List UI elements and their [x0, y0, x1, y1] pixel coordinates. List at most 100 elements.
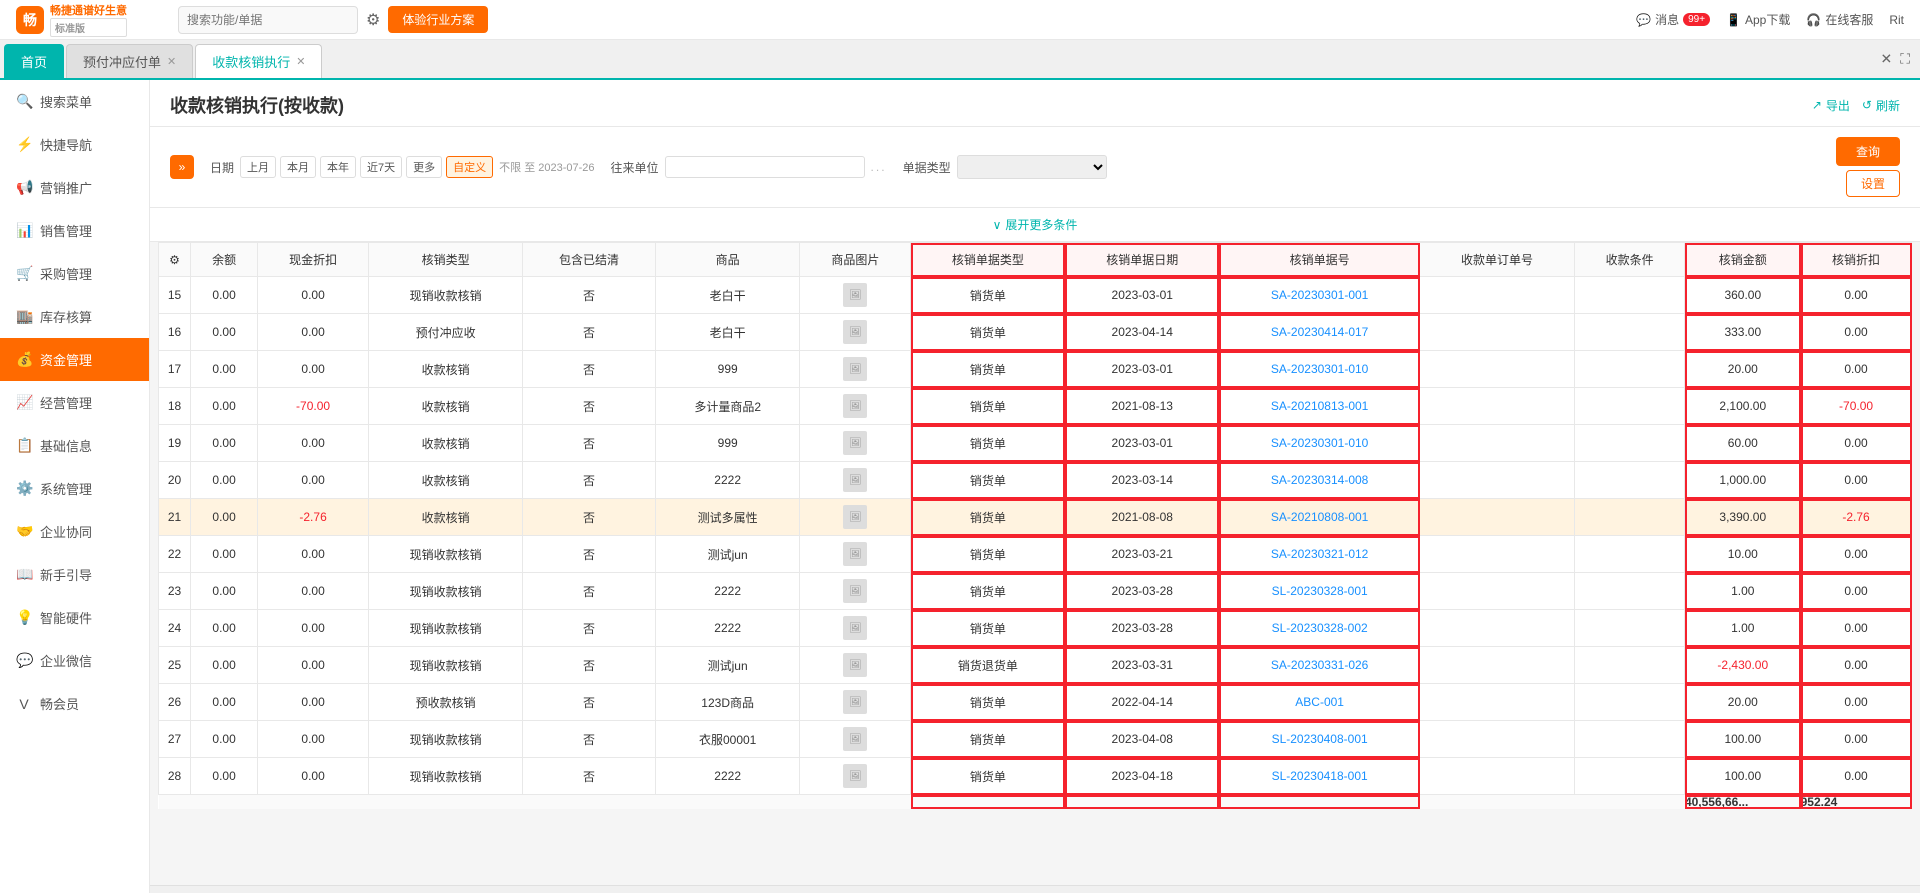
- filter-date-this-month[interactable]: 本月: [280, 156, 316, 178]
- cell-receipt-condition: [1574, 277, 1685, 314]
- refresh-btn[interactable]: ↺ 刷新: [1862, 97, 1900, 114]
- cell-goods: 2222: [655, 758, 800, 795]
- cell-verify-bill-no[interactable]: SL-20230328-002: [1219, 610, 1419, 647]
- tab-receipt-verify-close[interactable]: ✕: [296, 55, 305, 68]
- cell-verify-bill-no[interactable]: ABC-001: [1219, 684, 1419, 721]
- filter-dots: ...: [871, 160, 887, 174]
- data-table: ⚙ 余额 现金折扣 核销类型 包含已结清 商品 商品图片 核销单据类型 核销单据…: [158, 242, 1912, 809]
- settings-icon[interactable]: ⚙: [366, 10, 380, 30]
- sidebar-item-shortcuts[interactable]: ⚡ 快捷导航: [0, 123, 149, 166]
- message-btn[interactable]: 💬 消息 99+: [1636, 11, 1710, 28]
- search-bar-top[interactable]: [178, 6, 358, 34]
- online-service-btn[interactable]: 🎧 在线客服: [1806, 11, 1873, 28]
- filter-date-more[interactable]: 更多: [406, 156, 442, 178]
- cell-receipt-condition: [1574, 425, 1685, 462]
- cell-verify-bill-no[interactable]: SA-20210813-001: [1219, 388, 1419, 425]
- cell-goods-img: 🖼: [800, 647, 911, 684]
- tab-maximize-icon[interactable]: ⛶: [1900, 51, 1910, 68]
- filter-date-item: 日期 上月 本月 本年 近7天 更多 自定义 不限 至 2023-07-26: [210, 156, 595, 178]
- sidebar-item-basic[interactable]: 📋 基础信息: [0, 424, 149, 467]
- message-badge: 99+: [1683, 13, 1710, 26]
- filter-date-custom[interactable]: 自定义: [446, 156, 493, 178]
- query-btn[interactable]: 查询: [1836, 137, 1900, 166]
- col-gear[interactable]: ⚙: [159, 243, 191, 277]
- cell-verify-type: 收款核销: [368, 425, 522, 462]
- filter-order-type-label: 单据类型: [903, 159, 951, 176]
- table-row: 28 0.00 0.00 现销收款核销 否 2222 🖼 销货单 2023-04…: [159, 758, 1912, 795]
- tab-receipt-verify[interactable]: 收款核销执行 ✕: [195, 44, 322, 78]
- content: 收款核销执行(按收款) ↗ 导出 ↺ 刷新 » 日期 上月 本月 本: [150, 80, 1920, 893]
- sidebar-item-marketing[interactable]: 📢 营销推广: [0, 166, 149, 209]
- cell-verify-bill-no[interactable]: SA-20210808-001: [1219, 499, 1419, 536]
- filter-date-this-year[interactable]: 本年: [320, 156, 356, 178]
- trend-icon: 📈: [16, 394, 32, 411]
- export-btn[interactable]: ↗ 导出: [1812, 97, 1850, 114]
- cell-verify-bill-no[interactable]: SA-20230331-026: [1219, 647, 1419, 684]
- table-row: 25 0.00 0.00 现销收款核销 否 测试jun 🖼 销货退货单 2023…: [159, 647, 1912, 684]
- cell-include-settled: 否: [523, 573, 656, 610]
- headset-icon: 🎧: [1806, 13, 1821, 27]
- cell-balance: 0.00: [191, 462, 258, 499]
- sidebar-item-vip[interactable]: V 畅会员: [0, 682, 149, 725]
- cell-verify-bill-no[interactable]: SA-20230314-008: [1219, 462, 1419, 499]
- tab-prepay-close[interactable]: ✕: [167, 55, 176, 68]
- filter-order-type-select[interactable]: [957, 155, 1107, 179]
- cell-include-settled: 否: [523, 610, 656, 647]
- cell-verify-bill-date: 2023-04-08: [1065, 721, 1219, 758]
- user-avatar[interactable]: Rit: [1889, 13, 1904, 27]
- chevron-down-icon: ∨: [993, 218, 1002, 232]
- setting-btn[interactable]: 设置: [1846, 170, 1900, 197]
- sidebar-item-hardware[interactable]: 💡 智能硬件: [0, 596, 149, 639]
- cell-cash-discount: 0.00: [258, 314, 369, 351]
- cell-verify-bill-no[interactable]: SL-20230408-001: [1219, 721, 1419, 758]
- cell-cash-discount: 0.00: [258, 277, 369, 314]
- app-download-btn[interactable]: 📱 App下载: [1726, 11, 1790, 28]
- table-row: 17 0.00 0.00 收款核销 否 999 🖼 销货单 2023-03-01…: [159, 351, 1912, 388]
- top-center: ⚙ 体验行业方案: [178, 6, 1624, 34]
- cell-verify-amount: 20.00: [1685, 684, 1801, 721]
- filter-partner-input[interactable]: [665, 156, 865, 178]
- cell-goods-img: 🖼: [800, 314, 911, 351]
- cell-balance: 0.00: [191, 277, 258, 314]
- filter-expand-btn[interactable]: »: [170, 155, 194, 179]
- cell-verify-bill-no[interactable]: SA-20230321-012: [1219, 536, 1419, 573]
- sidebar-item-inventory[interactable]: 🏬 库存核算: [0, 295, 149, 338]
- tab-home[interactable]: 首页: [4, 44, 64, 78]
- cell-verify-amount: 100.00: [1685, 758, 1801, 795]
- solution-btn[interactable]: 体验行业方案: [388, 6, 488, 33]
- cell-verify-discount: 0.00: [1801, 758, 1912, 795]
- cell-verify-bill-type: 销货单: [911, 462, 1065, 499]
- sidebar-item-purchase[interactable]: 🛒 采购管理: [0, 252, 149, 295]
- table-row: 19 0.00 0.00 收款核销 否 999 🖼 销货单 2023-03-01…: [159, 425, 1912, 462]
- sidebar-item-finance[interactable]: 💰 资金管理: [0, 338, 149, 381]
- cell-verify-discount: 0.00: [1801, 425, 1912, 462]
- cell-include-settled: 否: [523, 425, 656, 462]
- sidebar-item-wechat[interactable]: 💬 企业微信: [0, 639, 149, 682]
- sidebar-item-system[interactable]: ⚙️ 系统管理: [0, 467, 149, 510]
- sidebar-item-finance-label: 资金管理: [40, 350, 92, 369]
- cell-verify-bill-no[interactable]: SA-20230301-001: [1219, 277, 1419, 314]
- warehouse-icon: 🏬: [16, 308, 32, 325]
- filter-date-last-month[interactable]: 上月: [240, 156, 276, 178]
- expand-more-btn[interactable]: ∨ 展开更多条件: [170, 216, 1900, 233]
- tab-close-window-icon[interactable]: ✕: [1880, 51, 1892, 68]
- cell-receipt-condition: [1574, 388, 1685, 425]
- sidebar-item-operations[interactable]: 📈 经营管理: [0, 381, 149, 424]
- sidebar-item-sales[interactable]: 📊 销售管理: [0, 209, 149, 252]
- cell-verify-bill-no[interactable]: SA-20230301-010: [1219, 351, 1419, 388]
- cell-verify-bill-no[interactable]: SA-20230301-010: [1219, 425, 1419, 462]
- sidebar-item-guide-label: 新手引导: [40, 565, 92, 584]
- cell-verify-bill-no[interactable]: SA-20230414-017: [1219, 314, 1419, 351]
- sidebar-item-collab[interactable]: 🤝 企业协同: [0, 510, 149, 553]
- cell-verify-bill-date: 2022-04-14: [1065, 684, 1219, 721]
- cell-verify-bill-no[interactable]: SL-20230328-001: [1219, 573, 1419, 610]
- cell-balance: 0.00: [191, 499, 258, 536]
- filter-date-7days[interactable]: 近7天: [360, 156, 402, 178]
- sidebar-item-guide[interactable]: 📖 新手引导: [0, 553, 149, 596]
- cell-receipt-order-no: [1420, 610, 1574, 647]
- scroll-bar[interactable]: [150, 885, 1920, 893]
- tab-prepay[interactable]: 预付冲应付单 ✕: [66, 44, 193, 78]
- sidebar-item-search[interactable]: 🔍 搜索菜单: [0, 80, 149, 123]
- cell-verify-bill-no[interactable]: SL-20230418-001: [1219, 758, 1419, 795]
- column-settings-icon[interactable]: ⚙: [169, 253, 180, 267]
